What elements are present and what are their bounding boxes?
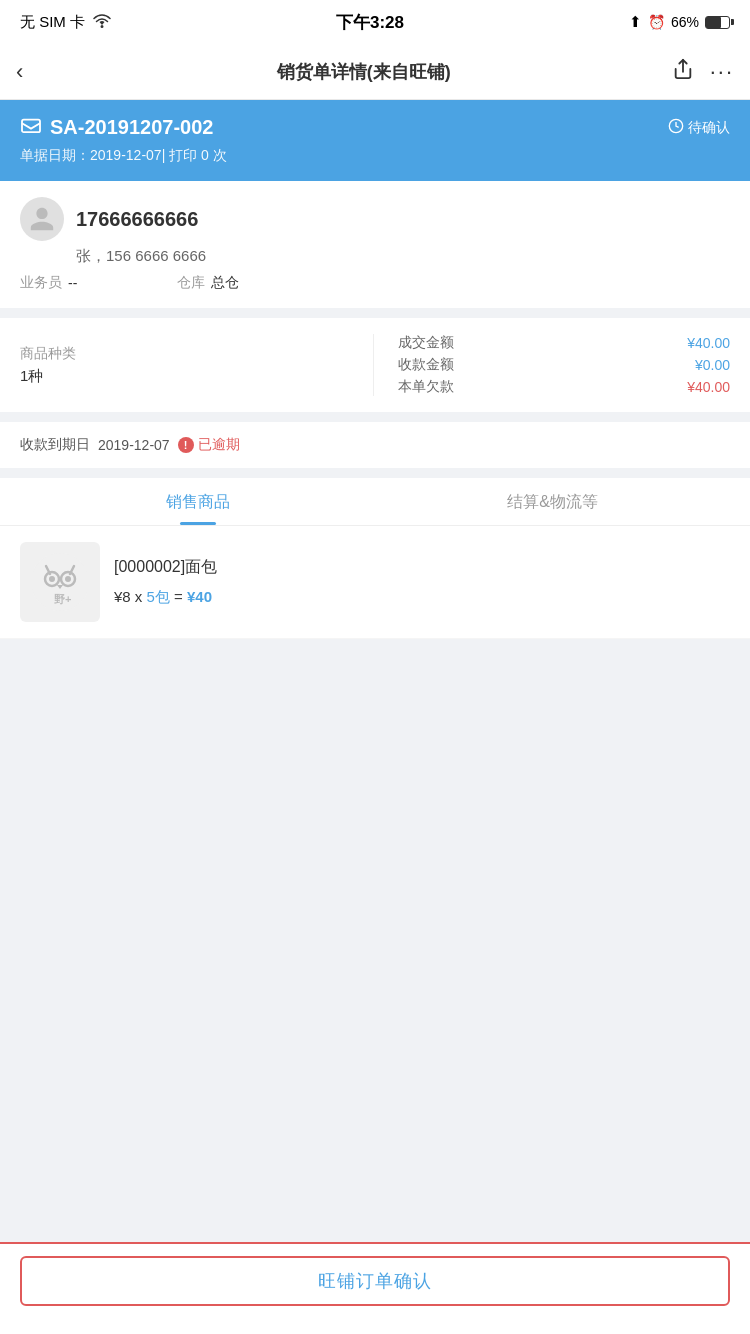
product-list: 野+ [0000002]面包 ¥8 x 5包 = ¥40	[0, 526, 750, 639]
product-total: ¥40	[187, 588, 212, 605]
product-price: ¥8	[114, 588, 131, 605]
product-info: [0000002]面包 ¥8 x 5包 = ¥40	[114, 557, 730, 607]
staff-value: --	[68, 275, 77, 291]
bottom-bar: 旺铺订单确认	[0, 1242, 750, 1334]
staff-label: 业务员	[20, 274, 62, 292]
overdue-badge: ! 已逾期	[178, 436, 240, 454]
order-icon	[20, 116, 42, 139]
nav-actions: ···	[672, 58, 734, 85]
warehouse-value: 总仓	[211, 274, 239, 292]
overdue-icon: !	[178, 437, 194, 453]
svg-point-6	[49, 576, 55, 582]
summary-section: 商品种类 1种 成交金额 ¥40.00 收款金额 ¥0.00 本单欠款 ¥40.…	[0, 318, 750, 412]
due-label: 收款到期日	[20, 436, 90, 454]
received-value: ¥0.00	[695, 357, 730, 373]
product-thumbnail: 野+	[20, 542, 100, 622]
product-name: [0000002]面包	[114, 557, 730, 578]
due-date-section: 收款到期日 2019-12-07 ! 已逾期	[0, 422, 750, 468]
customer-meta: 业务员 -- 仓库 总仓	[20, 274, 730, 292]
received-label: 收款金额	[398, 356, 454, 374]
page-title: 销货单详情(来自旺铺)	[56, 60, 672, 84]
order-date: 单据日期：2019-12-07| 打印 0 次	[20, 147, 730, 165]
share-icon[interactable]	[672, 58, 694, 85]
product-type-label: 商品种类	[20, 345, 353, 363]
customer-name: 张，156 6666 6666	[76, 247, 730, 266]
status-time: 下午3:28	[336, 11, 404, 34]
tab-sales-product[interactable]: 销售商品	[20, 478, 375, 525]
customer-phone: 17666666666	[76, 208, 198, 231]
avatar	[20, 197, 64, 241]
customer-section: 17666666666 张，156 6666 6666 业务员 -- 仓库 总仓	[0, 181, 750, 308]
svg-rect-1	[22, 120, 40, 133]
status-bar: 无 SIM 卡 下午3:28 ⬆ ⏰ 66%	[0, 0, 750, 44]
location-icon: ⬆	[629, 13, 642, 31]
tabs-bar: 销售商品 结算&物流等	[0, 478, 750, 526]
product-item: 野+ [0000002]面包 ¥8 x 5包 = ¥40	[0, 526, 750, 639]
amount-value: ¥40.00	[687, 335, 730, 351]
tab-settlement[interactable]: 结算&物流等	[375, 478, 730, 525]
status-left: 无 SIM 卡	[20, 13, 111, 32]
svg-point-7	[65, 576, 71, 582]
tabs-section: 销售商品 结算&物流等	[0, 478, 750, 526]
nav-bar: ‹ 销货单详情(来自旺铺) ···	[0, 44, 750, 100]
product-quantity: 5包	[147, 588, 170, 605]
clock-icon	[668, 118, 684, 137]
confirm-order-button[interactable]: 旺铺订单确认	[20, 1256, 730, 1306]
battery-percent: 66%	[671, 14, 699, 30]
debt-label: 本单欠款	[398, 378, 454, 396]
status-right: ⬆ ⏰ 66%	[629, 13, 730, 31]
more-icon[interactable]: ···	[710, 59, 734, 85]
product-price-row: ¥8 x 5包 = ¥40	[114, 588, 730, 607]
debt-value: ¥40.00	[687, 379, 730, 395]
battery-icon	[705, 16, 730, 29]
alarm-icon: ⏰	[648, 14, 665, 30]
due-date: 2019-12-07	[98, 437, 170, 453]
back-button[interactable]: ‹	[16, 59, 56, 85]
svg-text:野+: 野+	[54, 593, 71, 605]
amount-label: 成交金额	[398, 334, 454, 352]
product-type-value: 1种	[20, 367, 353, 386]
equals-sign: =	[174, 588, 183, 605]
multiply-sign: x	[135, 588, 147, 605]
order-header: SA-20191207-002 待确认 单据日期：2019-12-07| 打印 …	[0, 100, 750, 181]
carrier-text: 无 SIM 卡	[20, 13, 85, 32]
content-spacer	[0, 639, 750, 839]
overdue-text: 已逾期	[198, 436, 240, 454]
order-status: 待确认	[668, 118, 730, 137]
order-id: SA-20191207-002	[20, 116, 213, 139]
wifi-icon	[93, 14, 111, 31]
warehouse-label: 仓库	[177, 274, 205, 292]
